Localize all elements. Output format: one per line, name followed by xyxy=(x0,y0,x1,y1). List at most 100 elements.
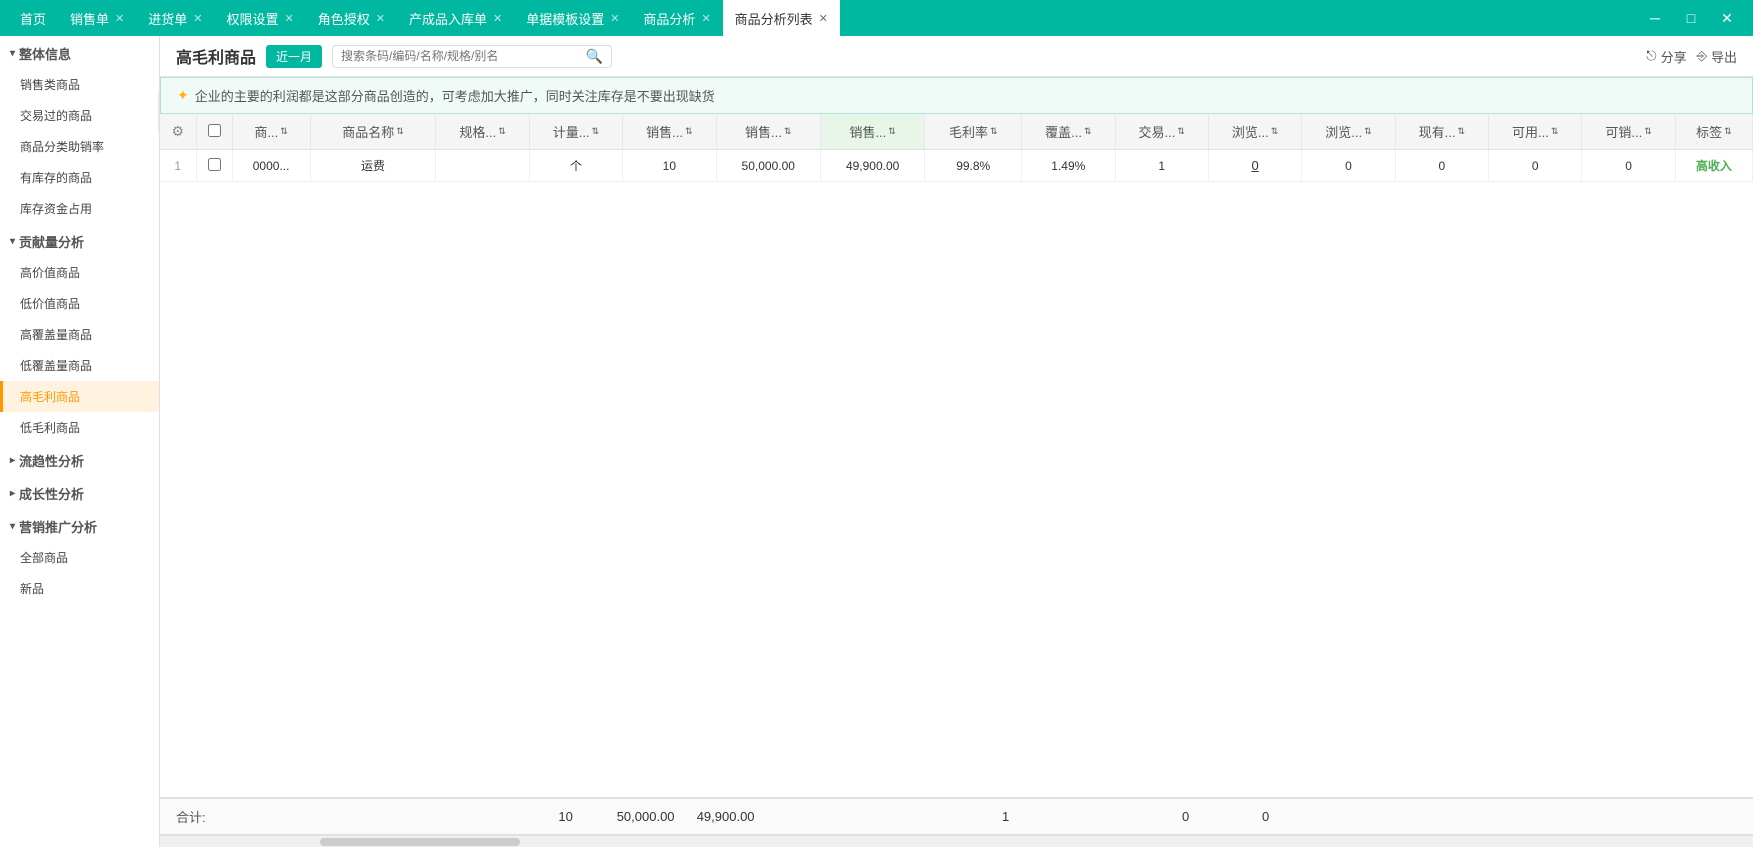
sidebar-item-all-products[interactable]: 全部商品 xyxy=(0,542,159,573)
sidebar-group-growth[interactable]: ▸ 成长性分析 xyxy=(0,476,159,509)
sidebar-item-high-coverage[interactable]: 高覆盖量商品 xyxy=(0,319,159,350)
row-sales-qty: 10 xyxy=(623,150,716,182)
row-tag: 高收入 xyxy=(1675,150,1752,182)
col-header-browse1[interactable]: 浏览... ⇅ xyxy=(1208,114,1301,150)
col-header-saleable[interactable]: 可销... ⇅ xyxy=(1582,114,1675,150)
header-actions: ⎋ 分享 ⎆ 导出 xyxy=(1646,47,1737,66)
nav-home[interactable]: 首页 xyxy=(8,0,58,36)
footer-sales-qty: 10 xyxy=(526,809,606,824)
sidebar-item-low-value[interactable]: 低价值商品 xyxy=(0,288,159,319)
close-purchase-order-icon[interactable]: ✕ xyxy=(193,12,202,25)
nav-product-analysis-list[interactable]: 商品分析列表 ✕ xyxy=(723,0,840,36)
col-header-spec[interactable]: 规格... ⇅ xyxy=(436,114,529,150)
share-button[interactable]: ⎋ 分享 xyxy=(1646,47,1686,66)
sort-icon: ⇅ xyxy=(1271,126,1279,137)
close-template-settings-icon[interactable]: ✕ xyxy=(610,12,619,25)
window-close-button[interactable]: ✕ xyxy=(1709,0,1745,36)
sidebar-group-trend[interactable]: ▸ 流趋性分析 xyxy=(0,443,159,476)
col-header-transaction[interactable]: 交易... ⇅ xyxy=(1115,114,1208,150)
scroll-thumb[interactable] xyxy=(320,838,520,846)
chevron-down-icon: ▾ xyxy=(10,48,15,59)
col-header-code[interactable]: 商... ⇅ xyxy=(232,114,310,150)
period-button[interactable]: 近一月 xyxy=(266,45,322,68)
close-role-auth-icon[interactable]: ✕ xyxy=(376,12,385,25)
close-product-analysis-list-icon[interactable]: ✕ xyxy=(819,12,828,25)
sidebar-item-traded-products[interactable]: 交易过的商品 xyxy=(0,100,159,131)
sort-icon: ⇅ xyxy=(1551,126,1559,137)
sidebar-item-in-stock[interactable]: 有库存的商品 xyxy=(0,162,159,193)
row-browse1[interactable]: 0 xyxy=(1208,150,1301,182)
data-table: ⚙ 商... ⇅ 商品名称 xyxy=(160,114,1753,182)
nav-template-settings[interactable]: 单据模板设置 ✕ xyxy=(514,0,631,36)
row-transaction: 1 xyxy=(1115,150,1208,182)
sort-icon: ⇅ xyxy=(1084,126,1092,137)
share-icon: ⎋ xyxy=(1646,48,1656,64)
select-all-checkbox[interactable] xyxy=(208,124,221,137)
sidebar-item-low-coverage[interactable]: 低覆盖量商品 xyxy=(0,350,159,381)
close-permission-settings-icon[interactable]: ✕ xyxy=(285,12,294,25)
chevron-right-icon: ▸ xyxy=(10,488,15,499)
info-icon: ✦ xyxy=(177,87,189,104)
search-input[interactable] xyxy=(341,49,586,63)
search-icon[interactable]: 🔍 xyxy=(586,48,603,65)
minimize-button[interactable]: ─ xyxy=(1637,0,1673,36)
close-sales-order-icon[interactable]: ✕ xyxy=(115,12,124,25)
export-button[interactable]: ⎆ 导出 xyxy=(1697,47,1737,66)
col-header-current-stock[interactable]: 现有... ⇅ xyxy=(1395,114,1488,150)
footer-sales-cost: 49,900.00 xyxy=(686,809,766,824)
footer-transaction: 1 xyxy=(966,809,1046,824)
sidebar-item-category-rate[interactable]: 商品分类助销率 xyxy=(0,131,159,162)
col-header-coverage[interactable]: 覆盖... ⇅ xyxy=(1022,114,1115,150)
col-header-sales-qty[interactable]: 销售... ⇅ xyxy=(623,114,716,150)
nav-role-auth[interactable]: 角色授权 ✕ xyxy=(306,0,397,36)
row-name: 运费 xyxy=(310,150,436,182)
col-header-name[interactable]: 商品名称 ⇅ xyxy=(310,114,436,150)
sidebar-item-sales-products[interactable]: 销售类商品 xyxy=(0,69,159,100)
nav-product-analysis[interactable]: 商品分析 ✕ xyxy=(631,0,722,36)
footer-label: 合计: xyxy=(176,807,206,826)
settings-icon[interactable]: ⚙ xyxy=(171,123,184,139)
sidebar-item-low-margin[interactable]: 低毛利商品 xyxy=(0,412,159,443)
sidebar-group-overall[interactable]: ▾ 整体信息 xyxy=(0,36,159,69)
col-header-gross-margin[interactable]: 毛利率 ⇅ xyxy=(925,114,1022,150)
col-header-sales-amount[interactable]: 销售... ⇅ xyxy=(716,114,820,150)
maximize-button[interactable]: □ xyxy=(1673,0,1709,36)
row-spec xyxy=(436,150,529,182)
col-header-tag[interactable]: 标签 ⇅ xyxy=(1675,114,1752,150)
sort-icon: ⇅ xyxy=(990,126,998,137)
row-available: 0 xyxy=(1489,150,1582,182)
sort-icon: ⇅ xyxy=(685,126,693,137)
sidebar-group-marketing[interactable]: ▾ 营销推广分析 xyxy=(0,509,159,542)
footer-totals: 合计: 10 50,000.00 49,900.00 1 0 0 xyxy=(160,797,1753,835)
close-product-analysis-icon[interactable]: ✕ xyxy=(701,12,710,25)
close-product-inbound-icon[interactable]: ✕ xyxy=(493,12,502,25)
sidebar-item-high-value[interactable]: 高价值商品 xyxy=(0,257,159,288)
col-header-available[interactable]: 可用... ⇅ xyxy=(1489,114,1582,150)
chevron-down-icon: ▾ xyxy=(10,236,15,247)
nav-permission-settings[interactable]: 权限设置 ✕ xyxy=(214,0,305,36)
col-header-checkbox[interactable] xyxy=(196,114,232,150)
row-unit: 个 xyxy=(529,150,622,182)
col-header-browse2[interactable]: 浏览... ⇅ xyxy=(1302,114,1395,150)
sidebar-group-contribution[interactable]: ▾ 贡献量分析 xyxy=(0,224,159,257)
row-checkbox[interactable] xyxy=(196,150,232,182)
row-code: 0000... xyxy=(232,150,310,182)
footer-current-stock: 0 xyxy=(1146,809,1226,824)
sort-icon: ⇅ xyxy=(1177,126,1185,137)
horizontal-scrollbar[interactable] xyxy=(160,835,1753,847)
export-icon: ⎆ xyxy=(1697,48,1707,64)
sidebar-item-new-products[interactable]: 新品 xyxy=(0,573,159,604)
sort-icon: ⇅ xyxy=(1724,126,1732,137)
top-navigation: 首页 销售单 ✕ 进货单 ✕ 权限设置 ✕ 角色授权 ✕ 产成品入库单 ✕ 单据… xyxy=(0,0,1753,36)
col-header-unit[interactable]: 计量... ⇅ xyxy=(529,114,622,150)
nav-purchase-order[interactable]: 进货单 ✕ xyxy=(136,0,214,36)
sidebar-item-stock-capital[interactable]: 库存资金占用 xyxy=(0,193,159,224)
col-header-settings[interactable]: ⚙ xyxy=(160,114,196,150)
col-header-sales-cost[interactable]: 销售... ⇅ xyxy=(820,114,924,150)
nav-product-inbound[interactable]: 产成品入库单 ✕ xyxy=(397,0,514,36)
footer-cells: 10 50,000.00 49,900.00 1 0 0 xyxy=(226,809,1737,824)
sort-icon: ⇅ xyxy=(498,126,506,137)
nav-sales-order[interactable]: 销售单 ✕ xyxy=(58,0,136,36)
sidebar-item-high-margin[interactable]: 高毛利商品 xyxy=(0,381,159,412)
row-num: 1 xyxy=(160,150,196,182)
